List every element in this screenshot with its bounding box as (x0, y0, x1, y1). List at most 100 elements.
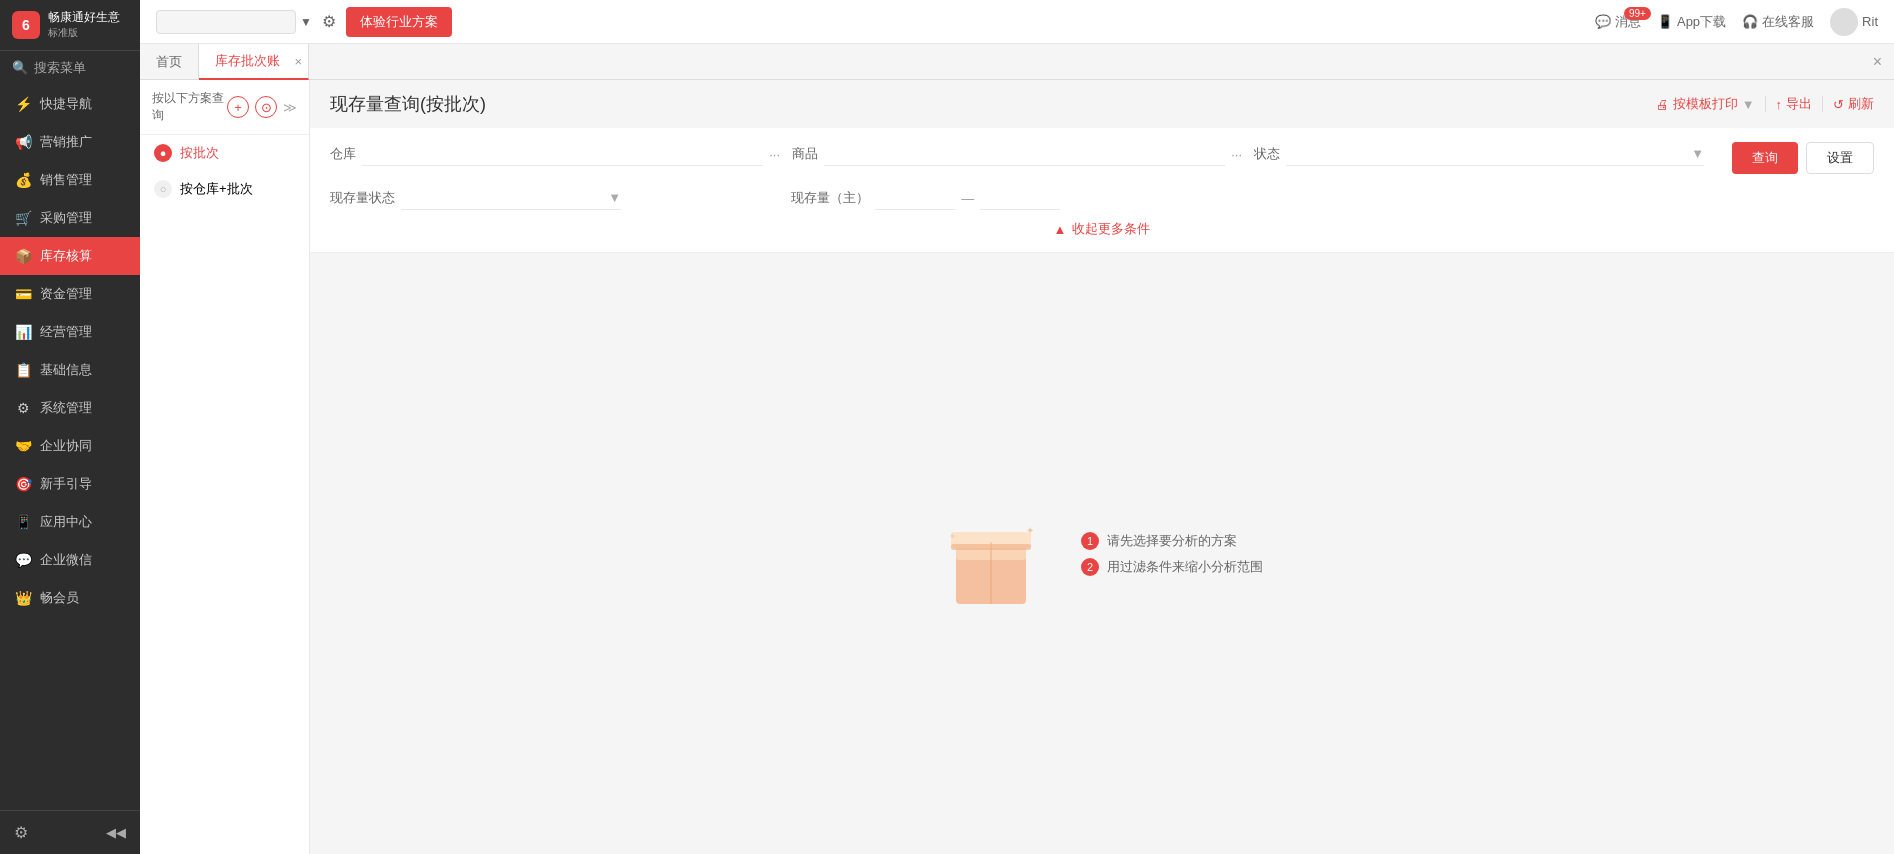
panel-collapse-icon[interactable]: ≫ (283, 100, 297, 115)
inventory-status-select[interactable]: ▼ (401, 186, 621, 210)
app-center-icon: 📱 (14, 513, 32, 531)
settings-button[interactable]: 设置 (1806, 142, 1874, 174)
sidebar-item-label: 销售管理 (40, 171, 92, 189)
product-field: 商品 ··· (792, 142, 1242, 166)
system-icon: ⚙ (14, 399, 32, 417)
warehouse-more-icon[interactable]: ··· (769, 147, 780, 162)
sidebar-item-label: 快捷导航 (40, 95, 92, 113)
sidebar-item-shortcut[interactable]: ⚡ 快捷导航 (0, 85, 140, 123)
sidebar-item-label: 采购管理 (40, 209, 92, 227)
sidebar-item-label: 经营管理 (40, 323, 92, 341)
empty-state: ✦ ✦ 1 请先选择要分析的方案 2 用过滤条件来缩小分析范围 (310, 253, 1894, 854)
inventory-amount-field: 现存量（主） — (791, 186, 1240, 210)
user-avatar-area[interactable]: Rit (1830, 8, 1878, 36)
tab-close-icon[interactable]: × (294, 54, 302, 67)
product-more-icon[interactable]: ··· (1231, 147, 1242, 162)
refresh-button[interactable]: ↺ 刷新 (1833, 95, 1874, 113)
print-dropdown-icon[interactable]: ▼ (1742, 97, 1755, 112)
svg-rect-4 (951, 544, 1031, 550)
plan-active-dot: ● (154, 144, 172, 162)
svg-text:✦: ✦ (1026, 525, 1034, 536)
sidebar-search[interactable]: 🔍 搜索菜单 (0, 51, 140, 85)
finance-icon: 💳 (14, 285, 32, 303)
sidebar-item-newbie[interactable]: 🎯 新手引导 (0, 465, 140, 503)
svg-text:✦: ✦ (949, 532, 956, 541)
product-input[interactable] (824, 142, 1225, 166)
divider (1765, 96, 1766, 112)
settings-icon[interactable]: ⚙ (14, 823, 28, 842)
search-input[interactable] (156, 10, 296, 34)
sidebar-item-wechat[interactable]: 💬 企业微信 (0, 541, 140, 579)
basic-icon: 📋 (14, 361, 32, 379)
search-dropdown-icon[interactable]: ▼ (300, 15, 312, 29)
add-plan-button[interactable]: + (227, 96, 249, 118)
query-button[interactable]: 查询 (1732, 142, 1798, 174)
range-to-input[interactable] (980, 186, 1060, 210)
sidebar-item-member[interactable]: 👑 畅会员 (0, 579, 140, 617)
warehouse-input[interactable] (362, 142, 763, 166)
sidebar-item-sales[interactable]: 💰 销售管理 (0, 161, 140, 199)
sidebar-item-app-center[interactable]: 📱 应用中心 (0, 503, 140, 541)
search-label: 搜索菜单 (34, 59, 86, 77)
online-support-label: 在线客服 (1762, 13, 1814, 31)
left-panel-header: 按以下方案查询 + ⊙ ≫ (140, 80, 309, 135)
tab-batch-label: 库存批次账 (215, 52, 280, 70)
plan-label: 按批次 (180, 144, 219, 162)
avatar (1830, 8, 1858, 36)
sidebar-item-label: 新手引导 (40, 475, 92, 493)
sidebar-item-basic[interactable]: 📋 基础信息 (0, 351, 140, 389)
plan-settings-button[interactable]: ⊙ (255, 96, 277, 118)
export-button[interactable]: ↑ 导出 (1776, 95, 1813, 113)
sidebar-item-enterprise[interactable]: 🤝 企业协同 (0, 427, 140, 465)
empty-hint-2: 2 用过滤条件来缩小分析范围 (1081, 558, 1263, 576)
main-area: ▼ ⚙ 体验行业方案 💬 消息 99+ 📱 App下载 🎧 在线客服 Rit (140, 0, 1894, 854)
inventory-status-label: 现存量状态 (330, 189, 395, 207)
sidebar-item-purchase[interactable]: 🛒 采购管理 (0, 199, 140, 237)
page-header-actions: 🖨 按模板打印 ▼ ↑ 导出 ↺ 刷新 (1656, 95, 1874, 113)
collapse-btn[interactable]: ◀◀ (106, 825, 126, 840)
topbar-right: 💬 消息 99+ 📱 App下载 🎧 在线客服 Rit (1595, 8, 1878, 36)
sidebar-header: 6 畅康通好生意 标准版 (0, 0, 140, 51)
sidebar-item-system[interactable]: ⚙ 系统管理 (0, 389, 140, 427)
empty-hints: 1 请先选择要分析的方案 2 用过滤条件来缩小分析范围 (1081, 532, 1263, 576)
refresh-label: 刷新 (1848, 95, 1874, 113)
sidebar-item-finance[interactable]: 💳 资金管理 (0, 275, 140, 313)
sidebar-item-inventory[interactable]: 📦 库存核算 (0, 237, 140, 275)
sidebar-item-label: 企业协同 (40, 437, 92, 455)
trial-button[interactable]: 体验行业方案 (346, 7, 452, 37)
status-select[interactable]: ▼ (1286, 142, 1704, 166)
hint-number-1: 1 (1081, 532, 1099, 550)
sales-icon: 💰 (14, 171, 32, 189)
headset-icon: 🎧 (1742, 14, 1758, 29)
gear-icon[interactable]: ⚙ (322, 12, 336, 31)
enterprise-icon: 🤝 (14, 437, 32, 455)
global-tab-close-button[interactable]: × (1861, 53, 1894, 71)
app-download-button[interactable]: 📱 App下载 (1657, 13, 1726, 31)
search-icon: 🔍 (12, 60, 28, 75)
hint-number-2: 2 (1081, 558, 1099, 576)
collapse-label[interactable]: 收起更多条件 (1072, 220, 1150, 238)
hint-text-1: 请先选择要分析的方案 (1107, 532, 1237, 550)
sidebar-navigation: ⚡ 快捷导航 📢 营销推广 💰 销售管理 🛒 采购管理 📦 库存核算 💳 资金管… (0, 85, 140, 810)
tabs-bar: 首页 库存批次账 × × (140, 44, 1894, 80)
tab-home-label: 首页 (156, 53, 182, 71)
print-button[interactable]: 🖨 按模板打印 ▼ (1656, 95, 1755, 113)
sidebar-item-marketing[interactable]: 📢 营销推广 (0, 123, 140, 161)
inventory-status-dropdown-icon: ▼ (608, 190, 621, 205)
empty-hint-1: 1 请先选择要分析的方案 (1081, 532, 1263, 550)
print-icon: 🖨 (1656, 97, 1669, 112)
plan-item-batch[interactable]: ● 按批次 (140, 135, 309, 171)
message-icon: 💬 (1595, 14, 1611, 29)
range-from-input[interactable] (875, 186, 955, 210)
sidebar-item-label: 基础信息 (40, 361, 92, 379)
tab-batch[interactable]: 库存批次账 × (199, 44, 309, 80)
messages-badge: 99+ (1624, 7, 1651, 20)
sidebar-footer: ⚙ ◀◀ (0, 810, 140, 854)
tab-home[interactable]: 首页 (140, 44, 199, 80)
search-input-area: ▼ (156, 10, 312, 34)
plan-item-warehouse-batch[interactable]: ○ 按仓库+批次 (140, 171, 309, 207)
sidebar-item-operations[interactable]: 📊 经营管理 (0, 313, 140, 351)
inventory-amount-label: 现存量（主） (791, 189, 869, 207)
online-support-button[interactable]: 🎧 在线客服 (1742, 13, 1814, 31)
messages-button[interactable]: 💬 消息 99+ (1595, 13, 1641, 31)
